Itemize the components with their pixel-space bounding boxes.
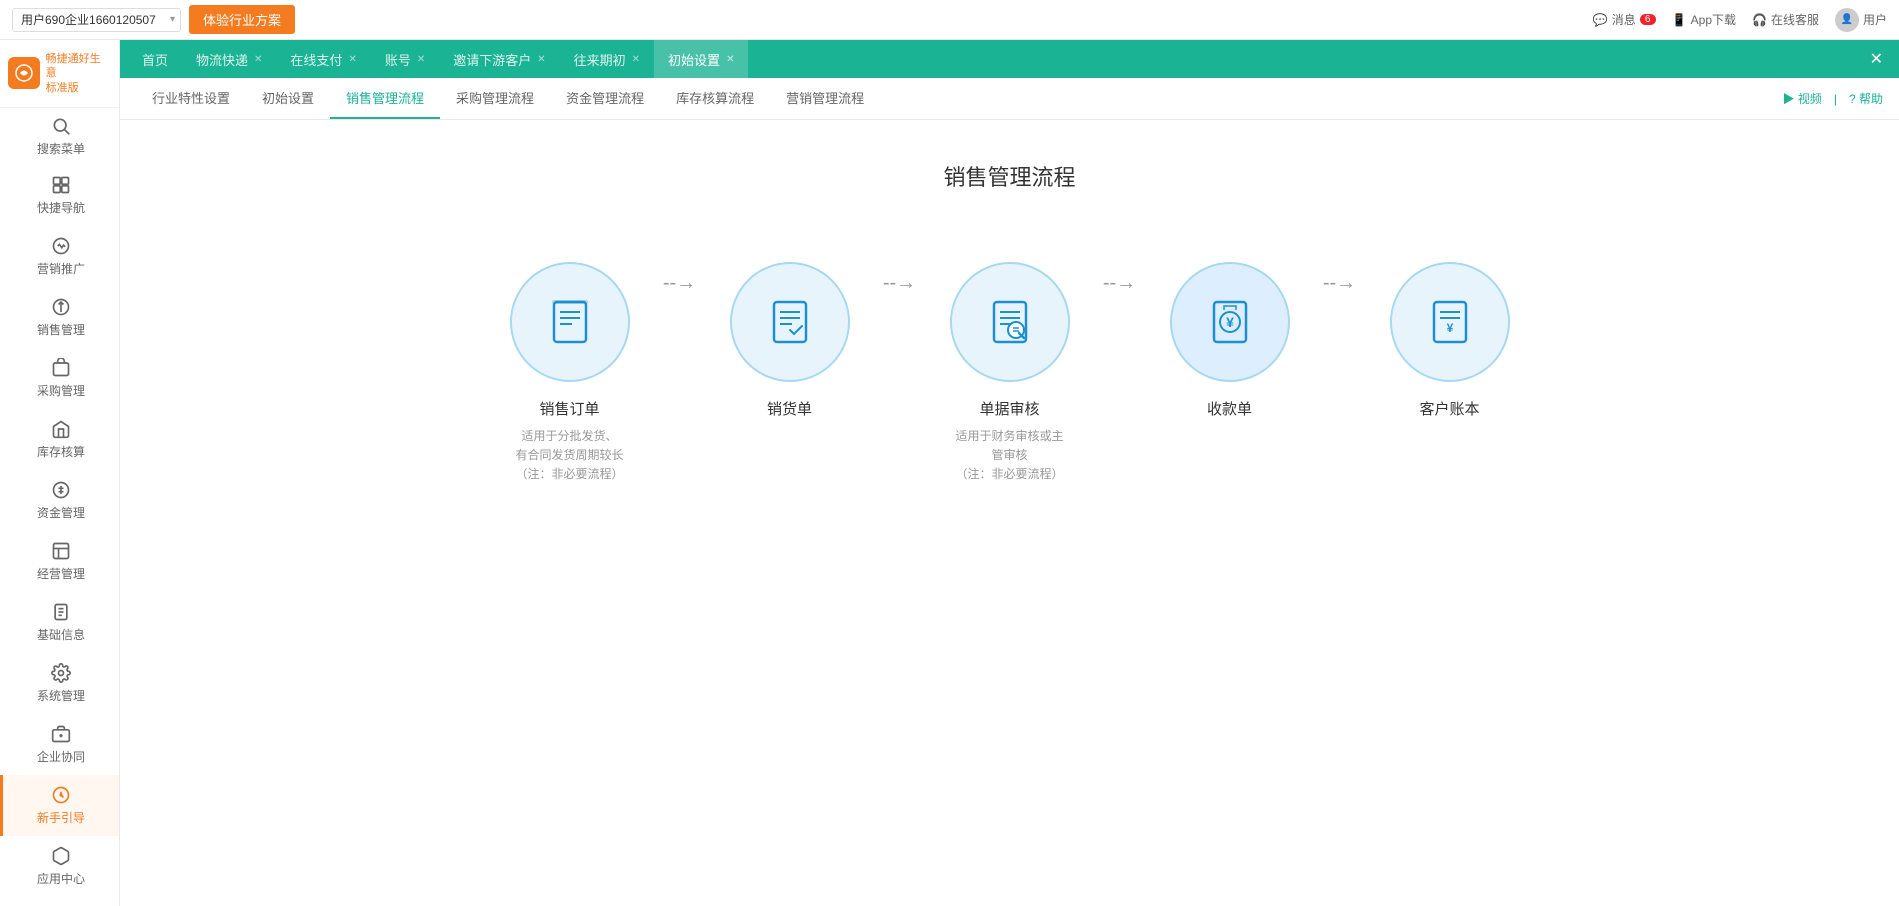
sidebar-item-collab[interactable]: 企业协同 (0, 714, 119, 775)
divider: | (1834, 92, 1837, 106)
headset-icon: 🎧 (1752, 13, 1767, 27)
flow-label-audit: 单据审核 (979, 398, 1039, 419)
flow-item-sales-order: 销售订单 适用于分批发货、有合同发货周期较长（注：非必要流程） (490, 262, 650, 485)
flow-circle-receipt: ¥ (1170, 262, 1290, 382)
nav-tab-invite[interactable]: 邀请下游客户 ✕ (439, 40, 559, 78)
close-icon-account[interactable]: ✕ (417, 54, 425, 65)
sidebar-item-quicknav[interactable]: 快捷导航 (0, 165, 119, 226)
flow-arrow-3: --→ (1090, 262, 1150, 375)
flow-circle-audit (950, 262, 1070, 382)
video-icon: ▶ (1782, 92, 1794, 106)
sidebar-item-guide[interactable]: 新手引导 (0, 775, 119, 836)
flow-diagram: 销售订单 适用于分批发货、有合同发货周期较长（注：非必要流程） --→ (140, 242, 1879, 505)
flow-label-customer-account: 客户账本 (1419, 398, 1479, 419)
sidebar: 畅捷通好生意 标准版 搜索菜单 快捷导航 营销推广 (0, 40, 120, 906)
avatar: 👤 (1835, 8, 1859, 32)
sub-tabs: 行业特性设置 初始设置 销售管理流程 采购管理流程 资金管理流程 库存核算流程 (120, 78, 1899, 120)
top-bar-left: 用户690企业1660120507 体验行业方案 (12, 5, 295, 34)
top-bar-right: 💬 消息 6 📱 App下载 🎧 在线客服 👤 用户 (1593, 8, 1887, 32)
flow-desc-sales-order: 适用于分批发货、有合同发货周期较长（注：非必要流程） (515, 427, 623, 485)
flow-desc-audit: 适用于财务审核或主管审核（注：非必要流程） (955, 427, 1063, 485)
sidebar-item-sales[interactable]: 销售管理 (0, 287, 119, 348)
sub-tab-inventory-flow[interactable]: 库存核算流程 (660, 78, 770, 119)
page-title: 销售管理流程 (140, 160, 1879, 192)
logo-icon (8, 57, 40, 89)
sub-tab-marketing-flow[interactable]: 营销管理流程 (770, 78, 880, 119)
flow-circle-sales-order (510, 262, 630, 382)
trial-button[interactable]: 体验行业方案 (189, 5, 295, 34)
sub-tab-sales-flow[interactable]: 销售管理流程 (330, 78, 440, 119)
nav-tab-payment[interactable]: 在线支付 ✕ (276, 40, 370, 78)
nav-tab-init[interactable]: 初始设置 ✕ (654, 40, 748, 78)
flow-item-customer-account: ¥ 客户账本 (1370, 262, 1530, 427)
flow-item-sales-invoice: 销货单 (710, 262, 870, 427)
user-select-wrapper[interactable]: 用户690企业1660120507 (12, 8, 181, 32)
flow-label-sales-order: 销售订单 (539, 398, 599, 419)
close-icon-period[interactable]: ✕ (632, 54, 640, 65)
sidebar-item-appcenter[interactable]: 应用中心 (0, 836, 119, 897)
sidebar-item-operation[interactable]: 经营管理 (0, 531, 119, 592)
flow-label-receipt: 收款单 (1207, 398, 1252, 419)
sidebar-item-basic[interactable]: 基础信息 (0, 592, 119, 653)
close-icon-payment[interactable]: ✕ (348, 54, 356, 65)
message-badge: 6 (1640, 14, 1656, 25)
nav-tab-account[interactable]: 账号 ✕ (371, 40, 439, 78)
page-content: 销售管理流程 销售订单 适用于分批发货、有合同 (120, 120, 1899, 906)
sidebar-item-inventory[interactable]: 库存核算 (0, 409, 119, 470)
close-icon-init[interactable]: ✕ (726, 54, 734, 65)
svg-text:¥: ¥ (1226, 314, 1234, 330)
sidebar-item-system[interactable]: 系统管理 (0, 653, 119, 714)
close-icon-logistics[interactable]: ✕ (254, 54, 262, 65)
help-icon: ? (1849, 92, 1856, 106)
sidebar-item-marketing[interactable]: 营销推广 (0, 226, 119, 287)
content-area: 首页 物流快递 ✕ 在线支付 ✕ 账号 ✕ 邀请下游客户 ✕ 往来期初 ✕ (120, 40, 1899, 906)
nav-tabs: 首页 物流快递 ✕ 在线支付 ✕ 账号 ✕ 邀请下游客户 ✕ 往来期初 ✕ (120, 40, 1899, 78)
close-icon-invite[interactable]: ✕ (537, 54, 545, 65)
flow-item-audit: 单据审核 适用于财务审核或主管审核（注：非必要流程） (930, 262, 1090, 485)
sub-tab-industry[interactable]: 行业特性设置 (136, 78, 246, 119)
flow-item-receipt: ¥ 收款单 (1150, 262, 1310, 427)
nav-tabs-close-all[interactable]: ✕ (1862, 49, 1891, 69)
user-item[interactable]: 👤 用户 (1835, 8, 1887, 32)
sidebar-item-search[interactable]: 搜索菜单 (0, 108, 119, 165)
online-service-item[interactable]: 🎧 在线客服 (1752, 11, 1819, 28)
flow-circle-sales-invoice (730, 262, 850, 382)
nav-tab-period[interactable]: 往来期初 ✕ (560, 40, 654, 78)
video-link[interactable]: ▶ 视频 (1782, 90, 1821, 107)
message-item[interactable]: 💬 消息 6 (1593, 11, 1656, 28)
flow-arrow-1: --→ (650, 262, 710, 375)
sub-tab-finance-flow[interactable]: 资金管理流程 (550, 78, 660, 119)
flow-arrow-4: --→ (1310, 262, 1370, 375)
help-link[interactable]: ? 帮助 (1849, 90, 1883, 107)
top-bar: 用户690企业1660120507 体验行业方案 💬 消息 6 📱 App下载 … (0, 0, 1899, 40)
flow-circle-customer-account: ¥ (1390, 262, 1510, 382)
sidebar-logo: 畅捷通好生意 标准版 (0, 40, 119, 108)
app-icon: 📱 (1672, 13, 1687, 27)
nav-tab-logistics[interactable]: 物流快递 ✕ (182, 40, 276, 78)
message-icon: 💬 (1593, 13, 1608, 27)
sub-tabs-left: 行业特性设置 初始设置 销售管理流程 采购管理流程 资金管理流程 库存核算流程 (136, 78, 880, 119)
sidebar-item-purchase[interactable]: 采购管理 (0, 348, 119, 409)
app-download-item[interactable]: 📱 App下载 (1672, 11, 1736, 28)
logo-text: 畅捷通好生意 标准版 (46, 52, 111, 95)
sidebar-item-wechat[interactable]: 企业微信 (0, 897, 119, 906)
sub-tab-initial[interactable]: 初始设置 (246, 78, 330, 119)
flow-label-sales-invoice: 销货单 (767, 398, 812, 419)
sidebar-item-finance[interactable]: 资金管理 (0, 470, 119, 531)
svg-text:¥: ¥ (1446, 321, 1453, 335)
main-layout: 畅捷通好生意 标准版 搜索菜单 快捷导航 营销推广 (0, 40, 1899, 906)
sub-tabs-right: ▶ 视频 | ? 帮助 (1782, 90, 1883, 107)
nav-tab-home[interactable]: 首页 (128, 40, 182, 78)
flow-arrow-2: --→ (870, 262, 930, 375)
sub-tab-purchase-flow[interactable]: 采购管理流程 (440, 78, 550, 119)
user-select[interactable]: 用户690企业1660120507 (12, 8, 181, 32)
